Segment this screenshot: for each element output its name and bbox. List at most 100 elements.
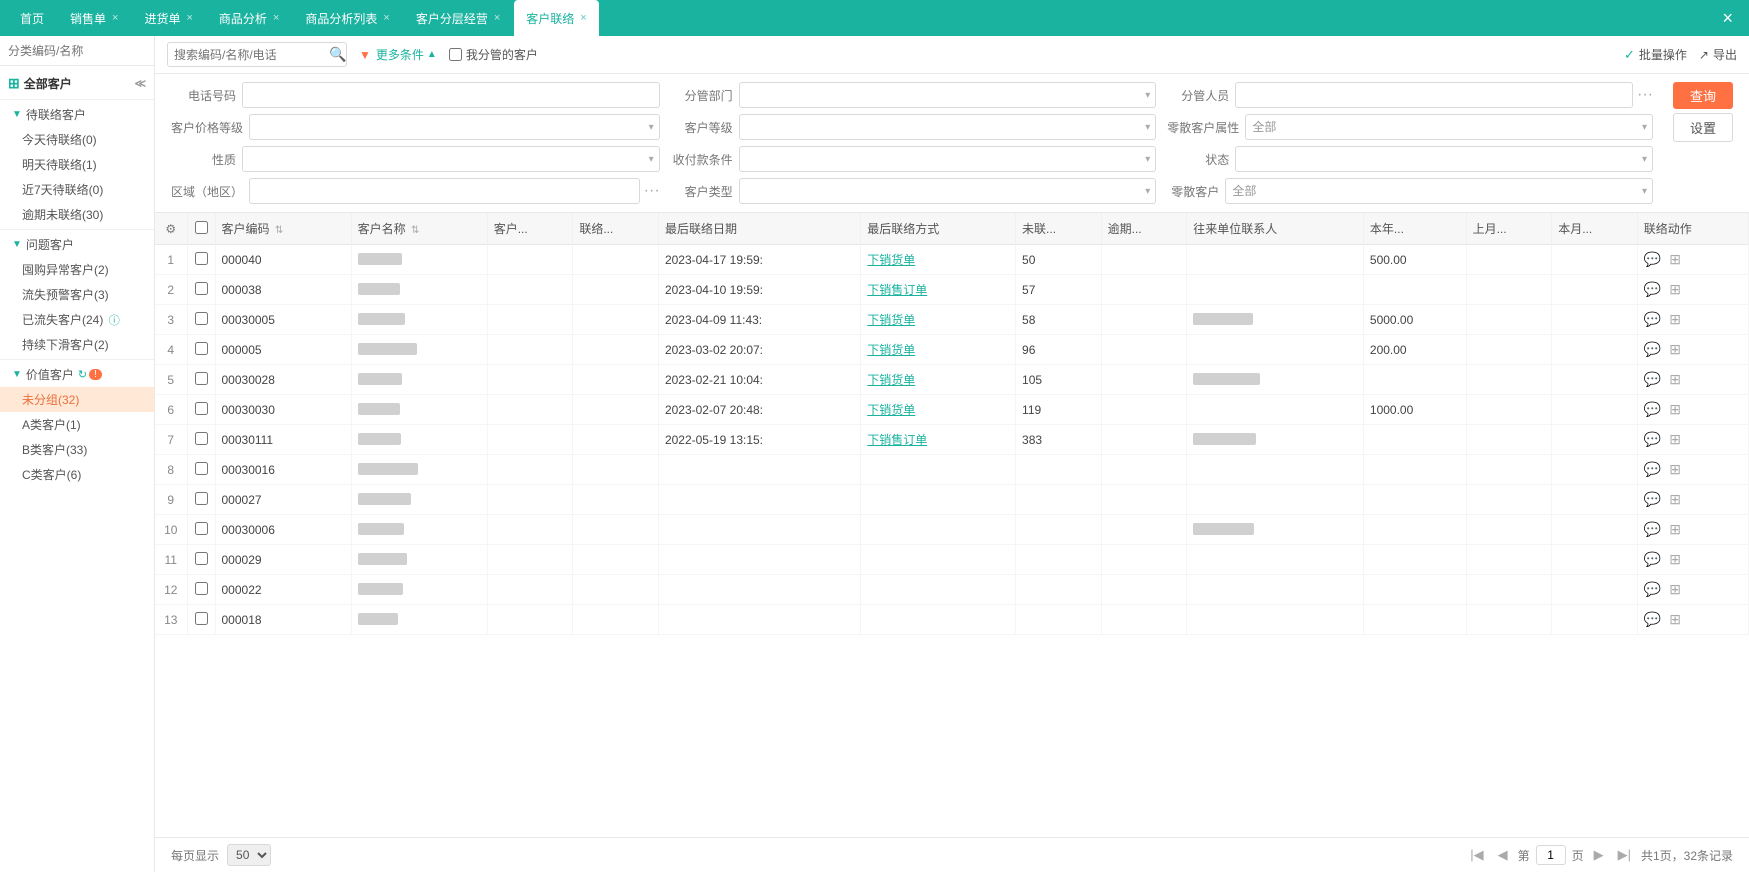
- category-search-input[interactable]: [8, 44, 155, 58]
- message-icon[interactable]: 💬: [1644, 521, 1661, 538]
- grid-action-icon[interactable]: ⊞: [1669, 581, 1681, 598]
- sidebar-item-declining[interactable]: 持续下滑客户(2): [0, 332, 154, 357]
- last-method-link[interactable]: 下销货单: [867, 373, 915, 387]
- settings-icon[interactable]: ⚙: [165, 222, 176, 236]
- sidebar-item-churn-risk[interactable]: 流失预警客户(3): [0, 282, 154, 307]
- last-method-link[interactable]: 下销售订单: [867, 433, 927, 447]
- message-icon[interactable]: 💬: [1644, 551, 1661, 568]
- row-checkbox[interactable]: [195, 492, 208, 505]
- dept-select[interactable]: [739, 82, 1157, 108]
- row-checkbox[interactable]: [195, 552, 208, 565]
- person-more-icon[interactable]: ···: [1637, 86, 1653, 104]
- more-conditions-button[interactable]: ▼ 更多条件 ▲: [359, 46, 437, 63]
- per-page-select[interactable]: 50: [227, 844, 271, 866]
- query-button[interactable]: 查询: [1673, 82, 1733, 109]
- row-checkbox[interactable]: [195, 252, 208, 265]
- close-analysis-icon[interactable]: ×: [273, 12, 279, 24]
- last-page-button[interactable]: ▶|: [1614, 845, 1635, 865]
- sidebar-group-value[interactable]: ▼ 价值客户 ↻ !: [0, 362, 154, 387]
- sidebar-group-pending[interactable]: ▼ 待联络客户: [0, 102, 154, 127]
- cust-level-select[interactable]: [739, 114, 1157, 140]
- cust-type-select[interactable]: [739, 178, 1157, 204]
- page-number-input[interactable]: [1536, 845, 1566, 865]
- grid-action-icon[interactable]: ⊞: [1669, 551, 1681, 568]
- price-level-select[interactable]: [249, 114, 660, 140]
- row-checkbox[interactable]: [195, 342, 208, 355]
- nav-analysis[interactable]: 商品分析 ×: [207, 0, 291, 36]
- row-checkbox[interactable]: [195, 282, 208, 295]
- sidebar-item-unclassified[interactable]: 未分组(32): [0, 387, 154, 412]
- sidebar-item-group-c[interactable]: C类客户(6): [0, 462, 154, 487]
- status-select[interactable]: [1235, 146, 1653, 172]
- grid-action-icon[interactable]: ⊞: [1669, 311, 1681, 328]
- sidebar-collapse-icon[interactable]: ≪: [134, 77, 146, 90]
- row-checkbox[interactable]: [195, 582, 208, 595]
- sidebar-item-near7[interactable]: 近7天待联络(0): [0, 177, 154, 202]
- message-icon[interactable]: 💬: [1644, 581, 1661, 598]
- settings-button[interactable]: 设置: [1673, 113, 1733, 142]
- grid-action-icon[interactable]: ⊞: [1669, 281, 1681, 298]
- grid-action-icon[interactable]: ⊞: [1669, 521, 1681, 538]
- message-icon[interactable]: 💬: [1644, 491, 1661, 508]
- grid-action-icon[interactable]: ⊞: [1669, 251, 1681, 268]
- grid-action-icon[interactable]: ⊞: [1669, 401, 1681, 418]
- row-checkbox[interactable]: [195, 462, 208, 475]
- grid-action-icon[interactable]: ⊞: [1669, 371, 1681, 388]
- close-customer-link-icon[interactable]: ×: [580, 12, 586, 24]
- sidebar-item-group-b[interactable]: B类客户(33): [0, 437, 154, 462]
- person-input[interactable]: [1235, 82, 1633, 108]
- main-search-icon[interactable]: 🔍: [329, 46, 346, 63]
- retail-attr-select[interactable]: 全部: [1245, 114, 1653, 140]
- close-all-tabs-button[interactable]: ×: [1714, 8, 1741, 29]
- refresh-icon[interactable]: ↻: [78, 368, 87, 381]
- sidebar-group-problem[interactable]: ▼ 问题客户: [0, 232, 154, 257]
- my-customers-checkbox[interactable]: 我分管的客户: [449, 46, 538, 63]
- nav-customer-seg[interactable]: 客户分层经营 ×: [404, 0, 512, 36]
- message-icon[interactable]: 💬: [1644, 371, 1661, 388]
- th-settings[interactable]: ⚙: [155, 213, 187, 245]
- last-method-link[interactable]: 下销售订单: [867, 283, 927, 297]
- export-button[interactable]: ↗ 导出: [1699, 46, 1737, 63]
- last-method-link[interactable]: 下销货单: [867, 403, 915, 417]
- grid-action-icon[interactable]: ⊞: [1669, 461, 1681, 478]
- last-method-link[interactable]: 下销货单: [867, 253, 915, 267]
- message-icon[interactable]: 💬: [1644, 461, 1661, 478]
- sidebar-item-group-a[interactable]: A类客户(1): [0, 412, 154, 437]
- message-icon[interactable]: 💬: [1644, 251, 1661, 268]
- grid-action-icon[interactable]: ⊞: [1669, 341, 1681, 358]
- nav-analysis-list[interactable]: 商品分析列表 ×: [293, 0, 401, 36]
- grid-action-icon[interactable]: ⊞: [1669, 491, 1681, 508]
- close-analysis-list-icon[interactable]: ×: [383, 12, 389, 24]
- close-sales-icon[interactable]: ×: [112, 12, 118, 24]
- sidebar-item-today[interactable]: 今天待联络(0): [0, 127, 154, 152]
- message-icon[interactable]: 💬: [1644, 611, 1661, 628]
- message-icon[interactable]: 💬: [1644, 311, 1661, 328]
- grid-action-icon[interactable]: ⊞: [1669, 431, 1681, 448]
- close-customer-seg-icon[interactable]: ×: [494, 12, 500, 24]
- sidebar-item-tomorrow[interactable]: 明天待联络(1): [0, 152, 154, 177]
- th-checkbox[interactable]: [187, 213, 215, 245]
- message-icon[interactable]: 💬: [1644, 281, 1661, 298]
- message-icon[interactable]: 💬: [1644, 401, 1661, 418]
- sort-code-icon[interactable]: ⇅: [275, 225, 283, 236]
- row-checkbox[interactable]: [195, 312, 208, 325]
- prev-page-button[interactable]: ◀: [1494, 845, 1512, 865]
- row-checkbox[interactable]: [195, 612, 208, 625]
- all-customers-header[interactable]: ⊞ 全部客户 ≪: [0, 70, 154, 97]
- sidebar-item-overdue[interactable]: 逾期未联络(30): [0, 202, 154, 227]
- sidebar-item-churned[interactable]: 已流失客户(24) ⓘ: [0, 307, 154, 332]
- nav-purchase[interactable]: 进货单 ×: [132, 0, 204, 36]
- close-purchase-icon[interactable]: ×: [186, 12, 192, 24]
- batch-op-button[interactable]: ✓ 批量操作: [1624, 46, 1687, 63]
- my-customers-check[interactable]: [449, 48, 462, 61]
- sort-name-icon[interactable]: ⇅: [411, 225, 419, 236]
- region-input[interactable]: [249, 178, 640, 204]
- last-method-link[interactable]: 下销货单: [867, 343, 915, 357]
- grid-action-icon[interactable]: ⊞: [1669, 611, 1681, 628]
- row-checkbox[interactable]: [195, 522, 208, 535]
- select-all-checkbox[interactable]: [195, 221, 208, 234]
- row-checkbox[interactable]: [195, 432, 208, 445]
- nature-select[interactable]: [242, 146, 660, 172]
- nav-sales[interactable]: 销售单 ×: [58, 0, 130, 36]
- message-icon[interactable]: 💬: [1644, 431, 1661, 448]
